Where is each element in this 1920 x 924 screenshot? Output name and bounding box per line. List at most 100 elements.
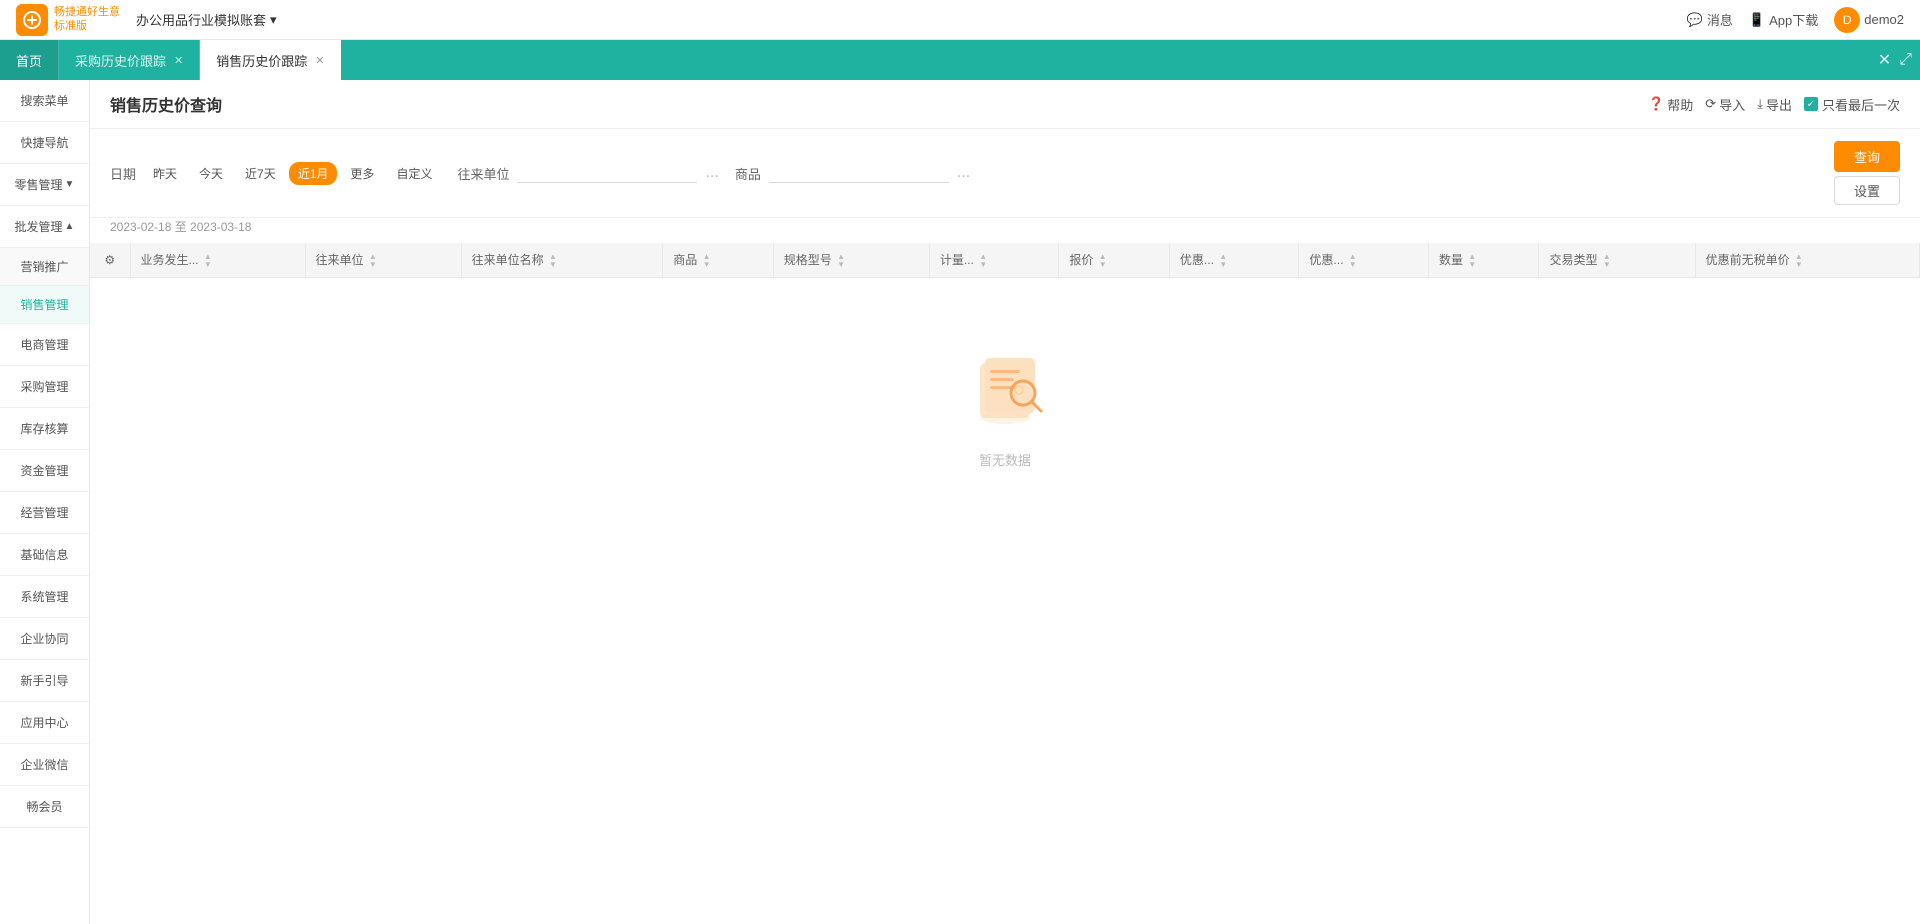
sidebar-item-finance[interactable]: 资金管理 xyxy=(0,450,89,492)
export-action[interactable]: ⤓ 导出 xyxy=(1757,95,1792,114)
app-selector-label: 办公用品行业模拟账套 xyxy=(136,10,266,29)
tab-sales-history[interactable]: 销售历史价跟踪 ✕ xyxy=(200,40,341,80)
sidebar-item-app-center[interactable]: 应用中心 xyxy=(0,702,89,744)
sidebar-item-enterprise-wechat[interactable]: 企业微信 xyxy=(0,744,89,786)
col-quote[interactable]: 报价 ▲▼ xyxy=(1059,243,1170,277)
sidebar-item-quick-nav[interactable]: 快捷导航 xyxy=(0,122,89,164)
query-button[interactable]: 查询 xyxy=(1834,141,1900,172)
sidebar-item-inventory[interactable]: 库存核算 xyxy=(0,408,89,450)
date-btn-yesterday[interactable]: 昨天 xyxy=(144,162,186,185)
sidebar-item-operations[interactable]: 经营管理 xyxy=(0,492,89,534)
sort-arrows-biz-date: ▲▼ xyxy=(204,253,212,269)
checkbox-icon: ✓ xyxy=(1804,97,1818,111)
date-btn-today[interactable]: 今天 xyxy=(190,162,232,185)
sort-arrows-discount2: ▲▼ xyxy=(1349,253,1357,269)
sort-arrows-quote: ▲▼ xyxy=(1099,253,1107,269)
message-btn[interactable]: 💬 消息 xyxy=(1687,10,1733,29)
phone-icon: 📱 xyxy=(1749,12,1765,28)
sort-arrows-trade-type: ▲▼ xyxy=(1603,253,1611,269)
partner-input[interactable] xyxy=(517,163,697,183)
col-discount2[interactable]: 优惠... ▲▼ xyxy=(1299,243,1429,277)
tab-purchase-history-close[interactable]: ✕ xyxy=(174,54,183,67)
help-action[interactable]: ❓ 帮助 xyxy=(1648,95,1693,114)
filter-bar: 日期 昨天 今天 近7天 近1月 更多 自定义 往来单位 ... xyxy=(90,129,1920,218)
date-btn-last1m[interactable]: 近1月 xyxy=(289,162,338,185)
logo-text: 畅捷通好生意 标准版 xyxy=(54,6,120,32)
sidebar-sub-marketing: 营销推广 销售管理 xyxy=(0,248,89,324)
date-btn-more[interactable]: 更多 xyxy=(341,162,383,185)
tab-purchase-history[interactable]: 采购历史价跟踪 ✕ xyxy=(59,40,200,80)
sidebar-sub-item-sales-mgmt[interactable]: 销售管理 xyxy=(0,286,89,324)
sort-arrows-partner-code: ▲▼ xyxy=(369,253,377,269)
tab-home-label: 首页 xyxy=(16,51,42,70)
page-content: 销售历史价查询 ❓ 帮助 ⟳ 导入 ⤓ 导出 ✓ xyxy=(90,80,1920,924)
chevron-down-icon: ▾ xyxy=(270,12,277,28)
col-discount1[interactable]: 优惠... ▲▼ xyxy=(1169,243,1299,277)
col-biz-date[interactable]: 业务发生... ▲▼ xyxy=(130,243,305,277)
data-table: ⚙ 业务发生... ▲▼ 往来单位 ▲▼ 往来单位名称 xyxy=(90,243,1920,278)
user-menu[interactable]: D demo2 xyxy=(1834,7,1904,33)
header-left: 畅捷通好生意 标准版 办公用品行业模拟账套 ▾ xyxy=(16,4,277,36)
maximize-action[interactable]: ⤢ xyxy=(1899,51,1912,69)
chevron-down-icon: ▼ xyxy=(65,179,75,190)
sort-arrows-partner-name: ▲▼ xyxy=(549,253,557,269)
action-buttons: 查询 设置 xyxy=(1834,141,1900,205)
col-unit[interactable]: 计量... ▲▼ xyxy=(929,243,1059,277)
sidebar-item-system[interactable]: 系统管理 xyxy=(0,576,89,618)
sidebar-item-ecommerce[interactable]: 电商管理 xyxy=(0,324,89,366)
col-quantity[interactable]: 数量 ▲▼ xyxy=(1428,243,1539,277)
sidebar: 搜索菜单 快捷导航 零售管理 ▼ 批发管理 ▲ 营销推广 销售管理 xyxy=(0,80,90,924)
avatar: D xyxy=(1834,7,1860,33)
col-pre-discount-price[interactable]: 优惠前无税单价 ▲▼ xyxy=(1695,243,1919,277)
date-label: 日期 xyxy=(110,164,136,183)
tab-sales-history-close[interactable]: ✕ xyxy=(315,54,324,67)
tab-sales-history-label: 销售历史价跟踪 xyxy=(216,51,307,70)
product-input[interactable] xyxy=(769,163,949,183)
page-title-bar: 销售历史价查询 ❓ 帮助 ⟳ 导入 ⤓ 导出 ✓ xyxy=(90,80,1920,129)
empty-text: 暂无数据 xyxy=(979,450,1031,469)
date-btn-last7[interactable]: 近7天 xyxy=(236,162,285,185)
settings-button[interactable]: 设置 xyxy=(1834,176,1900,205)
app-selector[interactable]: 办公用品行业模拟账套 ▾ xyxy=(136,10,277,29)
tab-home[interactable]: 首页 xyxy=(0,40,59,80)
col-product[interactable]: 商品 ▲▼ xyxy=(663,243,774,277)
date-btn-custom[interactable]: 自定义 xyxy=(387,162,441,185)
top-header: 畅捷通好生意 标准版 办公用品行业模拟账套 ▾ 💬 消息 📱 App下载 D d… xyxy=(0,0,1920,40)
chevron-up-icon: ▲ xyxy=(65,221,75,232)
partner-filter-group: 往来单位 ... xyxy=(457,163,718,183)
sidebar-item-purchase[interactable]: 采购管理 xyxy=(0,366,89,408)
sidebar-item-basic-info[interactable]: 基础信息 xyxy=(0,534,89,576)
tab-bar-actions: ✕ ⤢ xyxy=(1878,50,1920,70)
sidebar-item-enterprise-collab[interactable]: 企业协同 xyxy=(0,618,89,660)
col-partner-name[interactable]: 往来单位名称 ▲▼ xyxy=(461,243,663,277)
col-trade-type[interactable]: 交易类型 ▲▼ xyxy=(1539,243,1695,277)
page-actions: ❓ 帮助 ⟳ 导入 ⤓ 导出 ✓ 只看最后一次 xyxy=(1648,95,1900,114)
app-download-btn[interactable]: 📱 App下载 xyxy=(1749,10,1818,29)
date-range-display: 2023-02-18 至 2023-03-18 xyxy=(90,218,1920,243)
sort-arrows-pre-discount-price: ▲▼ xyxy=(1795,253,1803,269)
sidebar-item-member[interactable]: 畅会员 xyxy=(0,786,89,828)
partner-select-btn[interactable]: ... xyxy=(705,164,718,182)
sidebar-item-search-menu[interactable]: 搜索菜单 xyxy=(0,80,89,122)
sort-arrows-spec: ▲▼ xyxy=(837,253,845,269)
settings-icon[interactable]: ⚙ xyxy=(104,253,115,267)
sidebar-item-new-guide[interactable]: 新手引导 xyxy=(0,660,89,702)
sidebar-item-wholesale-mgmt[interactable]: 批发管理 ▲ xyxy=(0,206,89,248)
sidebar-item-retail-mgmt[interactable]: 零售管理 ▼ xyxy=(0,164,89,206)
sort-arrows-unit: ▲▼ xyxy=(979,253,987,269)
col-partner-code[interactable]: 往来单位 ▲▼ xyxy=(305,243,461,277)
main-container: 搜索菜单 快捷导航 零售管理 ▼ 批发管理 ▲ 营销推广 销售管理 xyxy=(0,80,1920,924)
export-icon: ⤓ xyxy=(1757,96,1763,112)
help-icon: ❓ xyxy=(1648,96,1664,112)
col-settings[interactable]: ⚙ xyxy=(90,243,130,277)
col-spec[interactable]: 规格型号 ▲▼ xyxy=(773,243,929,277)
only-last-checkbox[interactable]: ✓ 只看最后一次 xyxy=(1804,95,1900,114)
product-filter-group: 商品 ... xyxy=(735,163,970,183)
import-action[interactable]: ⟳ 导入 xyxy=(1705,95,1745,114)
product-select-btn[interactable]: ... xyxy=(957,164,970,182)
close-tab-action[interactable]: ✕ xyxy=(1878,50,1891,70)
date-filter-group: 日期 昨天 今天 近7天 近1月 更多 自定义 xyxy=(110,162,441,185)
header-right: 💬 消息 📱 App下载 D demo2 xyxy=(1687,7,1904,33)
sidebar-sub-item-marketing[interactable]: 营销推广 xyxy=(0,248,89,286)
product-label: 商品 xyxy=(735,164,761,183)
